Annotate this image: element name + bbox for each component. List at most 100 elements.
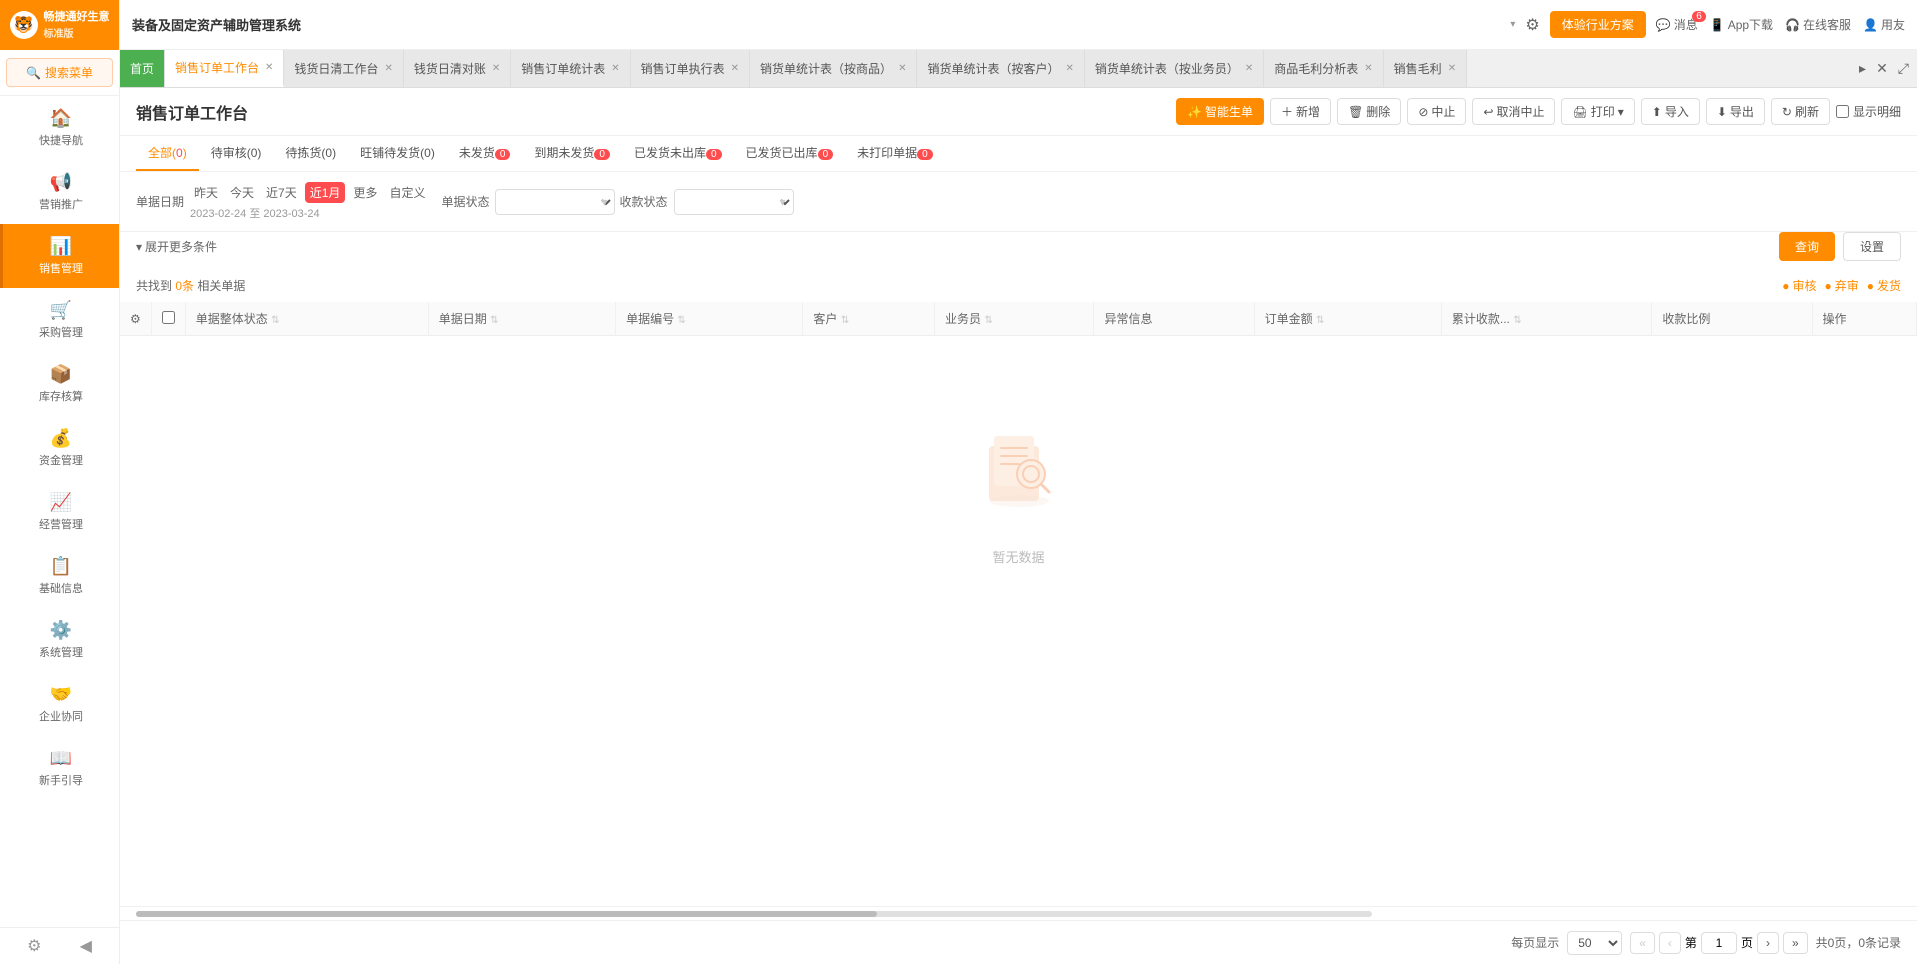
print-dropdown-icon: ▾: [1618, 105, 1624, 119]
add-button[interactable]: ＋ 新增: [1270, 98, 1331, 125]
tab-more-button[interactable]: ▸: [1855, 58, 1870, 79]
sidebar-item-finance[interactable]: 💰 资金管理: [0, 416, 119, 480]
sidebar-item-quick-nav[interactable]: 🏠 快捷导航: [0, 96, 119, 160]
sort-collected-icon[interactable]: ⇅: [1513, 315, 1521, 326]
tab-close-sales-summary-staff[interactable]: ✕: [1245, 63, 1253, 74]
sidebar-item-inventory[interactable]: 📦 库存核算: [0, 352, 119, 416]
stop-button[interactable]: ⊘ 中止: [1407, 98, 1466, 125]
tab-close-sales-summary-product[interactable]: ✕: [898, 63, 906, 74]
tab-close-cash-daily[interactable]: ✕: [384, 63, 392, 74]
online-service-button[interactable]: 🎧 在线客服: [1785, 16, 1851, 33]
industry-solution-button[interactable]: 体验行业方案: [1550, 11, 1646, 38]
sidebar-item-sales[interactable]: 📊 销售管理: [0, 224, 119, 288]
tab-close-cash-reconcile[interactable]: ✕: [492, 63, 500, 74]
column-settings-icon[interactable]: ⚙: [130, 312, 141, 326]
date-7days-button[interactable]: 近7天: [262, 182, 301, 203]
import-button[interactable]: ⬆ 导入: [1641, 98, 1700, 125]
refresh-button[interactable]: ↻ 刷新: [1771, 98, 1830, 125]
print-button[interactable]: 🖨 打印 ▾: [1561, 98, 1634, 125]
sidebar-item-enterprise[interactable]: 🤝 企业协同: [0, 672, 119, 736]
tab-home[interactable]: 首页: [120, 50, 165, 87]
sub-tab-not-printed[interactable]: 未打印单据0: [845, 136, 945, 171]
export-button[interactable]: ⬇ 导出: [1706, 98, 1765, 125]
last-page-button[interactable]: »: [1783, 932, 1808, 954]
select-all-checkbox[interactable]: [162, 311, 175, 324]
next-page-button[interactable]: ›: [1757, 932, 1779, 954]
settings-bottom-button[interactable]: ⚙: [27, 936, 41, 956]
sub-tab-wangpu-ship[interactable]: 旺铺待发货(0): [348, 136, 447, 171]
batch-ship-button[interactable]: ● 发货: [1867, 277, 1901, 294]
tab-sales-profit[interactable]: 销售毛利 ✕: [1384, 50, 1467, 87]
search-menu-button[interactable]: 🔍 搜索菜单: [6, 58, 113, 87]
horizontal-scrollbar[interactable]: [120, 906, 1917, 920]
sidebar-item-operation[interactable]: 📈 经营管理: [0, 480, 119, 544]
sidebar-item-purchase[interactable]: 🛒 采购管理: [0, 288, 119, 352]
tab-sales-summary-staff[interactable]: 销货单统计表（按业务员） ✕: [1085, 50, 1264, 87]
status-filter-select[interactable]: [495, 189, 615, 215]
sort-staff-icon[interactable]: ⇅: [984, 315, 992, 326]
tab-expand-button[interactable]: ⤢: [1894, 58, 1913, 79]
message-icon: 💬: [1656, 18, 1671, 32]
tab-cash-reconcile[interactable]: 钱货日清对账 ✕: [404, 50, 511, 87]
scrollbar-thumb[interactable]: [136, 911, 877, 917]
expand-filter-button[interactable]: ▾ 展开更多条件: [136, 238, 217, 255]
date-custom-button[interactable]: 自定义: [385, 182, 429, 203]
sidebar-item-guide[interactable]: 📖 新手引导: [0, 736, 119, 800]
tab-close-sales-stats[interactable]: ✕: [611, 63, 619, 74]
app-download-button[interactable]: 📱 App下载: [1710, 16, 1773, 33]
tab-close-sales-workbench[interactable]: ✕: [265, 62, 273, 73]
tab-sales-exec[interactable]: 销售订单执行表 ✕: [631, 50, 750, 87]
batch-review-button[interactable]: ● 审核: [1782, 277, 1816, 294]
tab-close-sales-summary-customer[interactable]: ✕: [1065, 63, 1073, 74]
tab-cash-daily[interactable]: 钱货日清工作台 ✕: [284, 50, 403, 87]
cancel-stop-button[interactable]: ↩ 取消中止: [1472, 98, 1555, 125]
sort-number-icon[interactable]: ⇅: [677, 315, 685, 326]
tab-close-all-button[interactable]: ✕: [1872, 58, 1892, 79]
sub-tab-pending-review[interactable]: 待审核(0): [199, 136, 274, 171]
logo-title: 畅捷通好生意: [44, 10, 110, 24]
show-detail-checkbox-label[interactable]: 显示明细: [1836, 103, 1901, 120]
date-1month-button[interactable]: 近1月: [305, 182, 346, 203]
collapse-button[interactable]: ◀: [80, 936, 92, 956]
sort-status-icon[interactable]: ⇅: [271, 315, 279, 326]
sidebar-item-marketing[interactable]: 📢 营销推广: [0, 160, 119, 224]
page-number-input[interactable]: 1: [1701, 932, 1737, 954]
sidebar-item-basic[interactable]: 📋 基础信息: [0, 544, 119, 608]
tab-close-sales-exec[interactable]: ✕: [731, 63, 739, 74]
sub-tab-all[interactable]: 全部(0): [136, 136, 199, 171]
sub-tab-not-shipped[interactable]: 未发货0: [447, 136, 523, 171]
settings-icon[interactable]: ⚙: [1525, 15, 1539, 35]
filter-settings-button[interactable]: 设置: [1843, 232, 1901, 261]
sub-tab-pending-pickup[interactable]: 待拣货(0): [273, 136, 348, 171]
prev-page-button[interactable]: ‹: [1659, 932, 1681, 954]
tab-close-gross-analysis[interactable]: ✕: [1364, 63, 1372, 74]
delete-button[interactable]: 🗑 删除: [1337, 98, 1401, 125]
payment-filter-select[interactable]: [674, 189, 794, 215]
query-button[interactable]: 查询: [1779, 232, 1835, 261]
batch-cancel-button[interactable]: ● 弃审: [1824, 277, 1858, 294]
tab-sales-stats[interactable]: 销售订单统计表 ✕: [511, 50, 630, 87]
date-today-button[interactable]: 今天: [226, 182, 258, 203]
tab-sales-summary-product[interactable]: 销货单统计表（按商品） ✕: [750, 50, 917, 87]
tab-gross-analysis[interactable]: 商品毛利分析表 ✕: [1264, 50, 1383, 87]
tab-sales-workbench[interactable]: 销售订单工作台 ✕: [165, 50, 284, 87]
sort-customer-icon[interactable]: ⇅: [841, 315, 849, 326]
tab-sales-summary-customer[interactable]: 销货单统计表（按客户） ✕: [917, 50, 1084, 87]
date-yesterday-button[interactable]: 昨天: [190, 182, 222, 203]
first-page-button[interactable]: «: [1630, 932, 1655, 954]
sub-tab-shipped-out[interactable]: 已发货已出库0: [734, 136, 846, 171]
user-button[interactable]: 👤 用友: [1863, 16, 1905, 33]
sub-tab-shipped-not-out[interactable]: 已发货未出库0: [622, 136, 734, 171]
message-button[interactable]: 💬 消息 6: [1656, 16, 1698, 33]
sales-workbench-tab-label: 销售订单工作台: [175, 59, 259, 76]
tab-close-sales-profit[interactable]: ✕: [1448, 63, 1456, 74]
page-size-select[interactable]: 50 10 20 100: [1567, 931, 1622, 955]
sidebar-item-system[interactable]: ⚙️ 系统管理: [0, 608, 119, 672]
show-detail-checkbox[interactable]: [1836, 105, 1849, 118]
sort-amount-icon[interactable]: ⇅: [1316, 315, 1324, 326]
sub-tab-overdue-not-shipped[interactable]: 到期未发货0: [522, 136, 622, 171]
sidebar-search[interactable]: 🔍 搜索菜单: [0, 50, 119, 96]
sort-date-icon[interactable]: ⇅: [490, 315, 498, 326]
ai-generate-button[interactable]: ✨ 智能生单: [1176, 98, 1264, 125]
date-more-button[interactable]: 更多: [349, 182, 381, 203]
